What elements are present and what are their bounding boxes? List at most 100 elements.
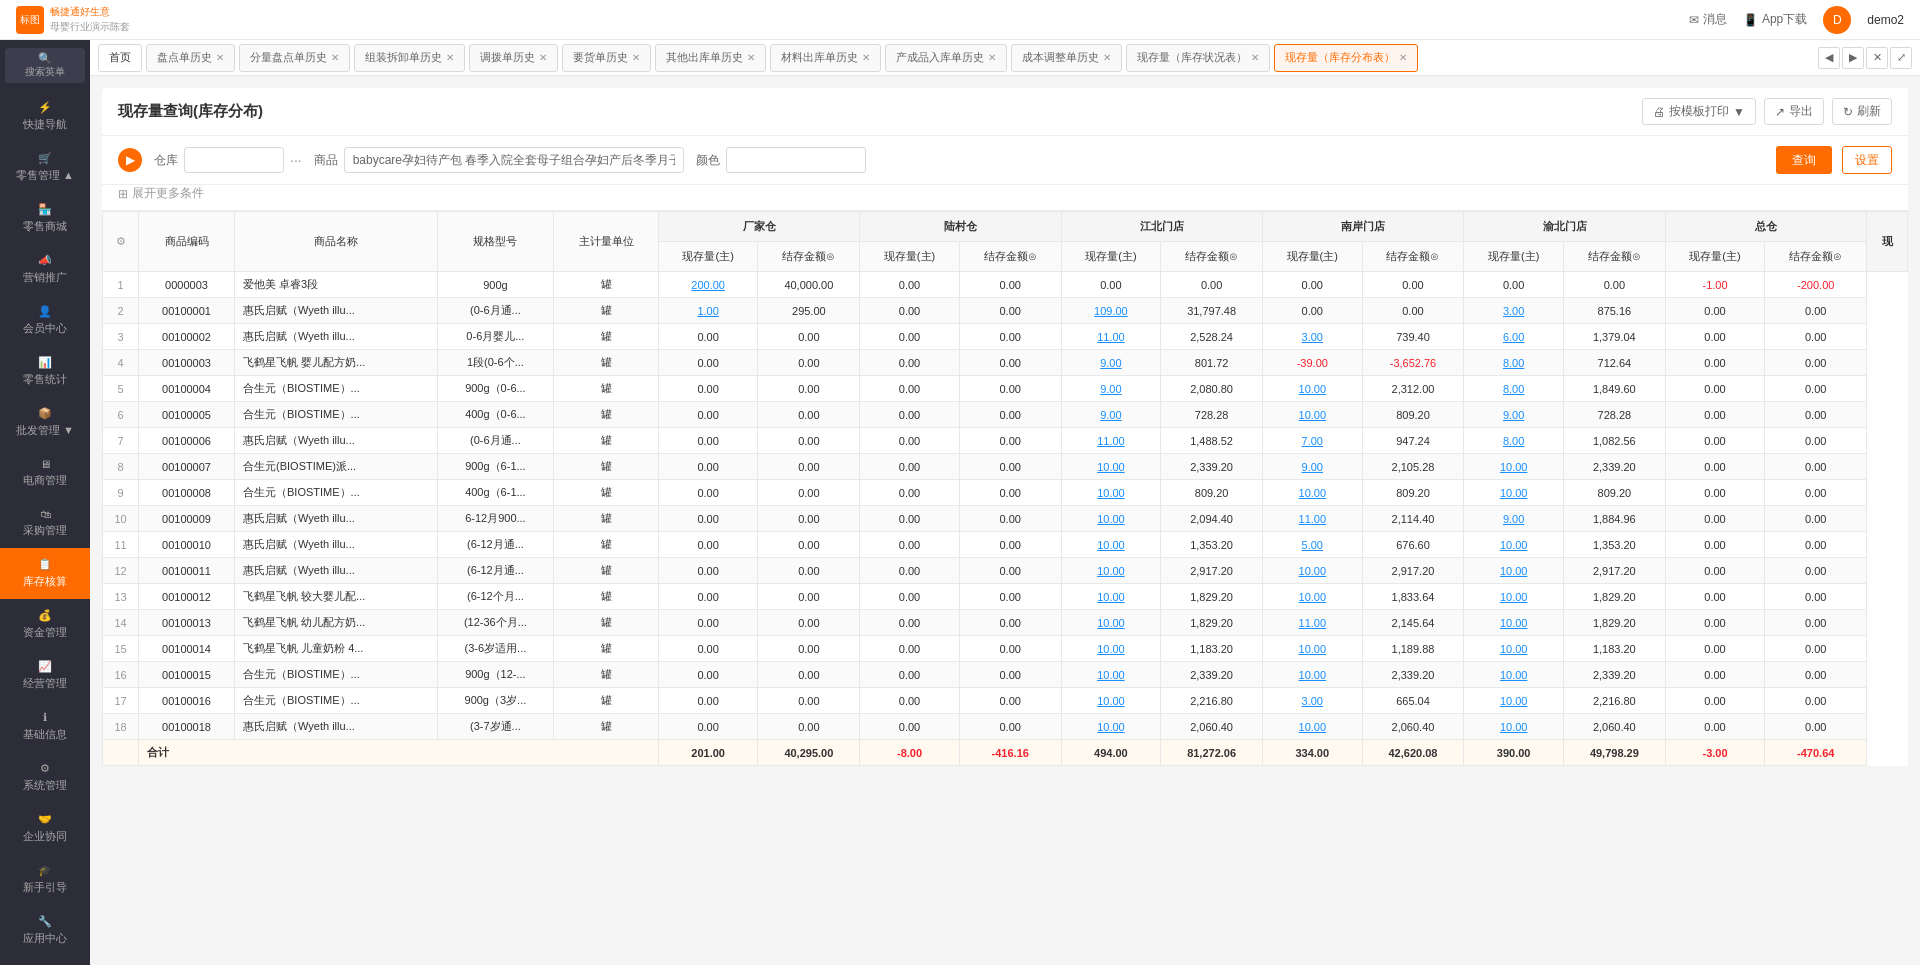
cell-data-10: 0.00 (1665, 558, 1764, 584)
cell-data-11: 0.00 (1765, 688, 1867, 714)
sidebar-item-dianshang[interactable]: 🖥 电商管理 (0, 448, 90, 498)
cell-data-0: 0.00 (658, 532, 757, 558)
sidebar-item-lingshou[interactable]: 🛒 零售管理 ▲ (0, 142, 90, 193)
sidebar-item-pifa[interactable]: 📦 批发管理 ▼ (0, 397, 90, 448)
tab-close-all-btn[interactable]: ✕ (1866, 47, 1888, 69)
cell-data-3: 0.00 (959, 298, 1061, 324)
tab-chengben-close[interactable]: ✕ (1103, 52, 1111, 63)
tab-prev-btn[interactable]: ◀ (1818, 47, 1840, 69)
tab-qitachuku[interactable]: 其他出库单历史 ✕ (655, 44, 766, 72)
sidebar-item-caigou[interactable]: 🛍 采购管理 (0, 498, 90, 548)
tab-diaopai-close[interactable]: ✕ (539, 52, 547, 63)
tab-chengpin[interactable]: 产成品入库单历史 ✕ (885, 44, 1007, 72)
cell-data-4: 11.00 (1061, 428, 1160, 454)
cell-data-9: 2,339.20 (1563, 662, 1665, 688)
tab-chengpin-close[interactable]: ✕ (988, 52, 996, 63)
cell-code: 00100010 (139, 532, 235, 558)
color-input[interactable] (726, 147, 866, 173)
tab-yaohuo-close[interactable]: ✕ (632, 52, 640, 63)
sidebar-item-jingying[interactable]: 📈 经营管理 (0, 650, 90, 701)
tab-pandian-label: 盘点单历史 (157, 50, 212, 65)
message-btn[interactable]: ✉ 消息 (1689, 11, 1727, 28)
sidebar-item-huiyuan[interactable]: 👤 会员中心 (0, 295, 90, 346)
cell-data-7: 2,105.28 (1362, 454, 1464, 480)
setting-button[interactable]: 设置 (1842, 146, 1892, 174)
sidebar-item-weixin[interactable]: 💬 企业微信 (0, 956, 90, 965)
tab-liaochuku-close[interactable]: ✕ (862, 52, 870, 63)
cell-data-8: 10.00 (1464, 688, 1563, 714)
cell-data-11: 0.00 (1765, 428, 1867, 454)
cell-data-1: 0.00 (758, 428, 860, 454)
tab-zuchuan-close[interactable]: ✕ (446, 52, 454, 63)
warehouse-input[interactable] (184, 147, 284, 173)
cell-data-11: 0.00 (1765, 324, 1867, 350)
pifa-icon: 📦 (38, 407, 52, 420)
tab-fenpandian[interactable]: 分量盘点单历史 ✕ (239, 44, 350, 72)
sidebar-item-jichu[interactable]: ℹ 基础信息 (0, 701, 90, 752)
cell-index: 4 (103, 350, 139, 376)
sidebar-item-zijin[interactable]: 💰 资金管理 (0, 599, 90, 650)
tab-xiancunl-fenbulabel-close[interactable]: ✕ (1399, 52, 1407, 63)
tab-expand-btn[interactable]: ⤢ (1890, 47, 1912, 69)
tab-chengben[interactable]: 成本调整单历史 ✕ (1011, 44, 1122, 72)
sidebar-item-qiye[interactable]: 🤝 企业协同 (0, 803, 90, 854)
sidebar-search[interactable]: 🔍 搜索英单 (5, 48, 85, 83)
app-download-btn[interactable]: 📱 App下载 (1743, 11, 1807, 28)
dianshang-icon: 🖥 (40, 458, 51, 470)
expand-more-btn[interactable]: ⊞ 展开更多条件 (118, 185, 204, 202)
th-nanan-amt: 结存金额⊙ (1362, 242, 1464, 272)
warehouse-dots[interactable]: ··· (290, 152, 302, 168)
export-btn[interactable]: ↗ 导出 (1764, 98, 1824, 125)
table-row: 1800100018惠氏启赋（Wyeth illu...(3-7岁通...罐0.… (103, 714, 1908, 740)
warehouse-label: 仓库 (154, 152, 178, 169)
user-avatar[interactable]: D (1823, 6, 1851, 34)
sidebar-item-lingshoutongji[interactable]: 📊 零售统计 (0, 346, 90, 397)
tab-yaohuo[interactable]: 要货单历史 ✕ (562, 44, 651, 72)
cell-data-7: 2,060.40 (1362, 714, 1464, 740)
tab-next-btn[interactable]: ▶ (1842, 47, 1864, 69)
tab-xiancunl-fenbulabel[interactable]: 现存量（库存分布表） ✕ (1274, 44, 1418, 72)
sidebar-item-yingxiao[interactable]: 📣 营销推广 (0, 244, 90, 295)
tab-zuchuan[interactable]: 组装拆卸单历史 ✕ (354, 44, 465, 72)
tab-fenpandian-close[interactable]: ✕ (331, 52, 339, 63)
cell-data-4: 10.00 (1061, 584, 1160, 610)
tab-pandian[interactable]: 盘点单历史 ✕ (146, 44, 235, 72)
sidebar-item-kuaijie[interactable]: ⚡ 快捷导航 (0, 91, 90, 142)
sidebar-item-yingyong[interactable]: 🔧 应用中心 (0, 905, 90, 956)
cell-name: 惠氏启赋（Wyeth illu... (235, 714, 438, 740)
tab-liaochuku[interactable]: 材料出库单历史 ✕ (770, 44, 881, 72)
sidebar-item-kucun[interactable]: 📋 库存核算 (0, 548, 90, 599)
cell-data-8: 10.00 (1464, 584, 1563, 610)
cell-data-6: 11.00 (1263, 610, 1362, 636)
sidebar-item-xitong[interactable]: ⚙ 系统管理 (0, 752, 90, 803)
sidebar-item-shangcheng[interactable]: 🏪 零售商城 (0, 193, 90, 244)
sidebar-item-xinshou[interactable]: 🎓 新手引导 (0, 854, 90, 905)
cell-data-1: 0.00 (758, 402, 860, 428)
filter-toggle-btn[interactable]: ▶ (118, 148, 142, 172)
tab-pandian-close[interactable]: ✕ (216, 52, 224, 63)
refresh-btn[interactable]: ↻ 刷新 (1832, 98, 1892, 125)
goods-input[interactable] (344, 147, 684, 173)
top-bar-right: ✉ 消息 📱 App下载 D demo2 (1689, 6, 1904, 34)
th-lucun-qty: 现存量(主) (860, 242, 959, 272)
app-download-label: App下载 (1762, 11, 1807, 28)
cell-data-6: 10.00 (1263, 558, 1362, 584)
cell-data-3: 0.00 (959, 558, 1061, 584)
th-nanan: 南岸门店 (1263, 212, 1464, 242)
search-button[interactable]: 查询 (1776, 146, 1832, 174)
tab-home[interactable]: 首页 (98, 44, 142, 72)
kucun-icon: 📋 (38, 558, 52, 571)
cell-data-8: 10.00 (1464, 636, 1563, 662)
tab-diaopai[interactable]: 调拨单历史 ✕ (469, 44, 558, 72)
tab-xiancunl-kuangkuang-close[interactable]: ✕ (1251, 52, 1259, 63)
tab-xiancunl-kuangkuang[interactable]: 现存量（库存状况表） ✕ (1126, 44, 1270, 72)
cell-data-10: 0.00 (1665, 298, 1764, 324)
cell-data-11: 0.00 (1765, 350, 1867, 376)
cell-data-1: 0.00 (758, 558, 860, 584)
table-row: 10000003爱他美 卓睿3段900g罐200.0040,000.000.00… (103, 272, 1908, 298)
cell-data-3: 0.00 (959, 662, 1061, 688)
tab-qitachuku-close[interactable]: ✕ (747, 52, 755, 63)
lingshou-label: 零售管理 ▲ (16, 168, 74, 183)
th-settings[interactable]: ⚙ (103, 212, 139, 272)
print-btn[interactable]: 🖨 按模板打印 ▼ (1642, 98, 1756, 125)
